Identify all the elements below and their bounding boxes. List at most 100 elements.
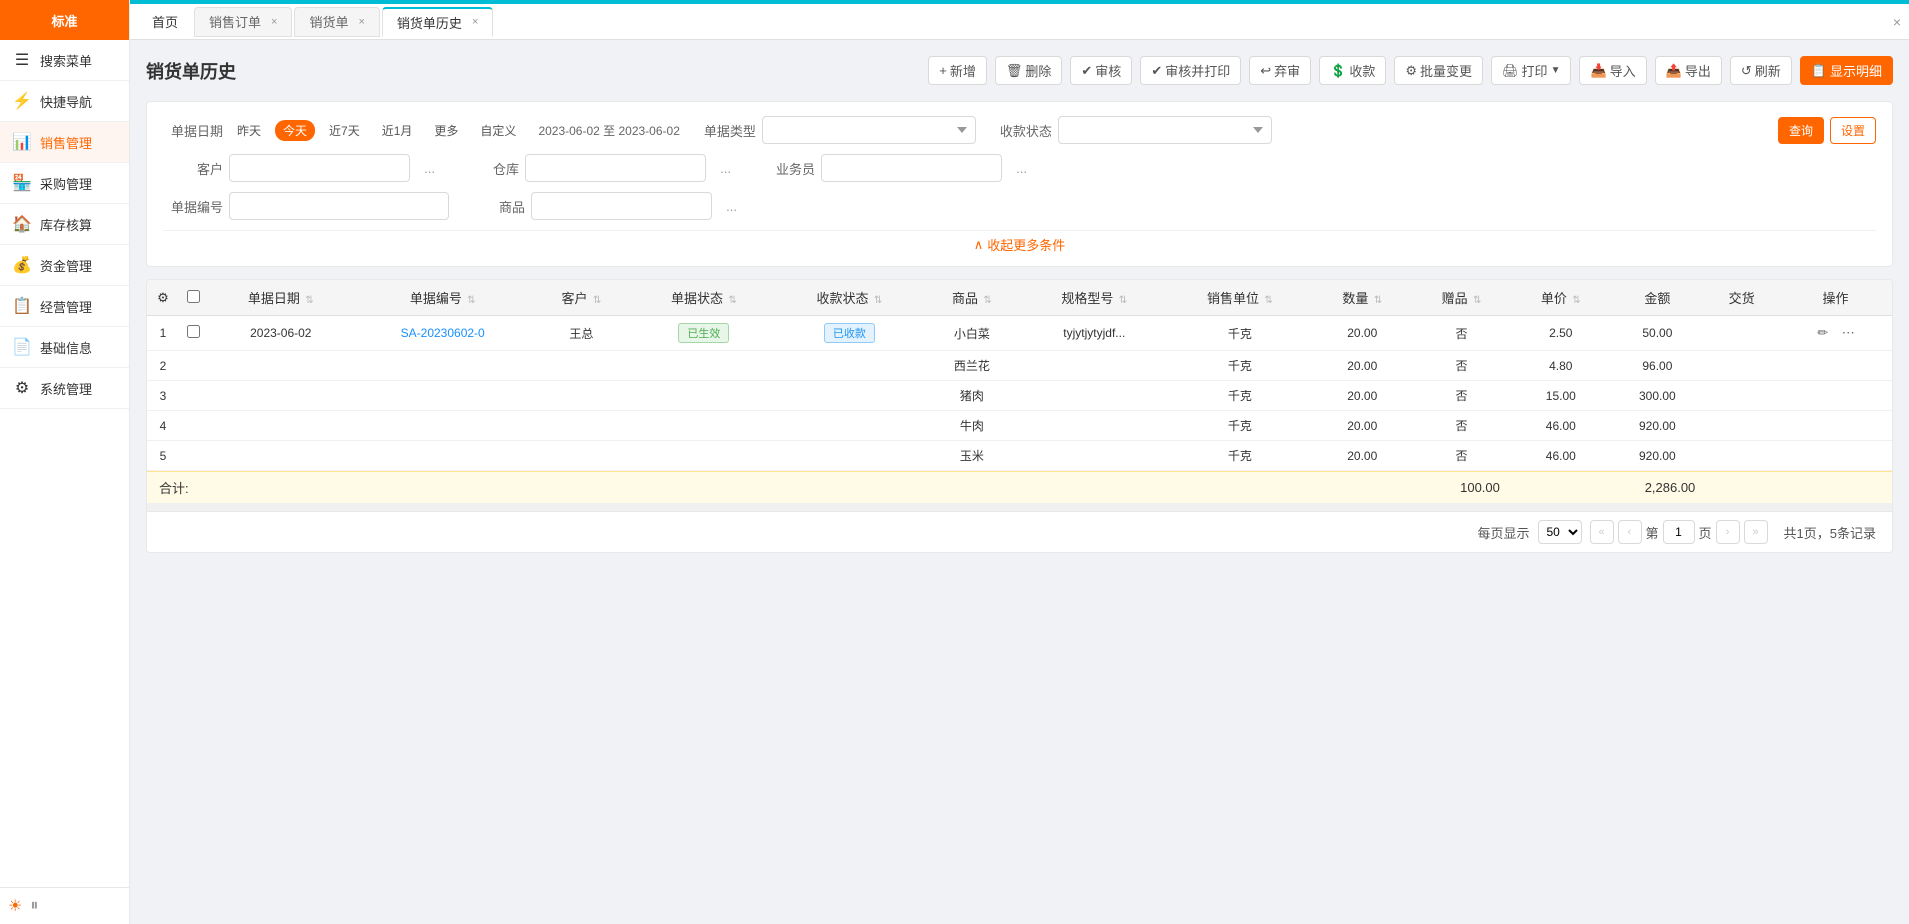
warehouse-ellipsis-btn[interactable]: ...: [712, 159, 739, 178]
delete-icon: 🗑: [1006, 63, 1023, 79]
abandon-button[interactable]: ↩ 弃审: [1249, 56, 1311, 85]
show-detail-button[interactable]: 📋 显示明细: [1800, 56, 1893, 85]
goods-filter-input[interactable]: [531, 192, 712, 220]
tab-sales-history[interactable]: 销货单历史 ×: [382, 7, 493, 37]
print-button[interactable]: 🖨 打印 ▼: [1491, 56, 1571, 85]
cell-unit: 千克: [1167, 411, 1313, 441]
print-icon: 🖨: [1502, 63, 1519, 79]
customer-ellipsis-btn[interactable]: ...: [416, 159, 443, 178]
col-goods[interactable]: 商品 ⇅: [922, 280, 1021, 316]
tab-sales-history-close[interactable]: ×: [472, 16, 478, 28]
import-button[interactable]: 📥 导入: [1579, 56, 1646, 85]
cell-checkbox[interactable]: [179, 316, 208, 351]
warehouse-filter-input[interactable]: [525, 154, 706, 182]
cell-pay-status: 已收款: [777, 316, 923, 351]
cell-row-no: 1: [147, 316, 179, 351]
date-chip-custom[interactable]: 自定义: [472, 120, 524, 141]
cell-price: 2.50: [1511, 316, 1610, 351]
next-page-button[interactable]: ›: [1716, 520, 1740, 544]
customer-filter-input[interactable]: [229, 154, 410, 182]
audit-button[interactable]: ✔ 审核: [1070, 56, 1132, 85]
sidebar-item-inventory[interactable]: 🏠 库存核算: [0, 204, 129, 245]
collect-button[interactable]: 💲 收款: [1319, 56, 1386, 85]
batch-change-button[interactable]: ⚙ 批量变更: [1394, 56, 1483, 85]
cell-price: 46.00: [1511, 441, 1610, 471]
payment-filter-select[interactable]: [1058, 116, 1272, 144]
sidebar-bottom-icon2[interactable]: ⏸: [30, 897, 38, 915]
cell-transaction: [1704, 381, 1779, 411]
col-pay-status[interactable]: 收款状态 ⇅: [777, 280, 923, 316]
cell-price: 4.80: [1511, 351, 1610, 381]
cell-checkbox[interactable]: [179, 441, 208, 471]
cell-row-no: 3: [147, 381, 179, 411]
col-amount-label: 金额: [1644, 291, 1670, 306]
col-spec[interactable]: 规格型号 ⇅: [1021, 280, 1167, 316]
sidebar-item-system[interactable]: ⚙ 系统管理: [0, 368, 129, 409]
col-date[interactable]: 单据日期 ⇅: [208, 280, 354, 316]
type-filter-select[interactable]: [762, 116, 976, 144]
col-gift[interactable]: 赠品 ⇅: [1412, 280, 1511, 316]
table-config-icon[interactable]: ⚙: [157, 290, 169, 305]
cell-gift: 否: [1412, 351, 1511, 381]
export-button[interactable]: 📤 导出: [1655, 56, 1722, 85]
sidebar-bottom-icon1[interactable]: ☀: [8, 896, 22, 916]
query-button[interactable]: 查询: [1778, 117, 1824, 144]
col-qty[interactable]: 数量 ⇅: [1313, 280, 1412, 316]
staff-ellipsis-btn[interactable]: ...: [1008, 159, 1035, 178]
sidebar-item-operation[interactable]: 📋 经营管理: [0, 286, 129, 327]
tab-sales-goods[interactable]: 销货单 ×: [294, 7, 379, 37]
tab-sales-goods-close[interactable]: ×: [358, 16, 364, 28]
docno-filter-input[interactable]: [229, 192, 449, 220]
date-chip-yesterday[interactable]: 昨天: [229, 120, 269, 141]
row-checkbox[interactable]: [187, 325, 200, 338]
col-price[interactable]: 单价 ⇅: [1511, 280, 1610, 316]
date-chip-1month[interactable]: 近1月: [374, 120, 421, 141]
audit-print-button[interactable]: ✔ 审核并打印: [1140, 56, 1241, 85]
col-docno[interactable]: 单据编号 ⇅: [354, 280, 532, 316]
tab-sales-order-close[interactable]: ×: [271, 16, 277, 28]
col-config[interactable]: ⚙: [147, 280, 179, 316]
collapse-button[interactable]: ∧ 收起更多条件: [163, 230, 1876, 258]
cell-checkbox[interactable]: [179, 351, 208, 381]
cell-transaction: [1704, 411, 1779, 441]
sidebar-item-search-menu[interactable]: ☰ 搜索菜单: [0, 40, 129, 81]
page-suffix: 页: [1699, 523, 1712, 542]
date-chip-more[interactable]: 更多: [426, 120, 466, 141]
select-all-checkbox[interactable]: [187, 290, 200, 303]
sidebar-item-basic-info[interactable]: 📄 基础信息: [0, 327, 129, 368]
sidebar-item-purchase[interactable]: 🏪 采购管理: [0, 163, 129, 204]
per-page-select[interactable]: 50: [1538, 520, 1582, 544]
sidebar-item-sales[interactable]: 📊 销售管理: [0, 122, 129, 163]
staff-filter-input[interactable]: [821, 154, 1002, 182]
window-close-button[interactable]: ×: [1893, 14, 1901, 30]
cell-checkbox[interactable]: [179, 381, 208, 411]
col-customer[interactable]: 客户 ⇅: [532, 280, 631, 316]
edit-action-btn[interactable]: ✏: [1812, 322, 1834, 344]
tab-bar: 首页 销售订单 × 销货单 × 销货单历史 × ×: [130, 4, 1909, 40]
sidebar-item-finance[interactable]: 💰 资金管理: [0, 245, 129, 286]
tab-home[interactable]: 首页: [138, 7, 192, 37]
tab-sales-order[interactable]: 销售订单 ×: [194, 7, 292, 37]
date-chip-today[interactable]: 今天: [275, 120, 315, 141]
col-unit[interactable]: 销售单位 ⇅: [1167, 280, 1313, 316]
cell-checkbox[interactable]: [179, 411, 208, 441]
cell-customer: [532, 441, 631, 471]
page-number-input[interactable]: [1663, 520, 1695, 544]
cell-doc-status: [631, 351, 777, 381]
goods-ellipsis-btn[interactable]: ...: [718, 197, 745, 216]
collect-icon: 💲: [1330, 63, 1346, 79]
settings-button[interactable]: 设置: [1830, 117, 1876, 144]
sidebar-item-quick-nav[interactable]: ⚡ 快捷导航: [0, 81, 129, 122]
refresh-button[interactable]: ↺ 刷新: [1730, 56, 1792, 85]
date-chip-7days[interactable]: 近7天: [321, 120, 368, 141]
col-qty-label: 数量: [1342, 291, 1368, 306]
col-doc-status[interactable]: 单据状态 ⇅: [631, 280, 777, 316]
last-page-button[interactable]: »: [1744, 520, 1768, 544]
first-page-button[interactable]: «: [1590, 520, 1614, 544]
more-action-btn[interactable]: ⋯: [1837, 322, 1859, 344]
col-checkbox[interactable]: [179, 280, 208, 316]
horizontal-scrollbar[interactable]: [147, 503, 1892, 511]
prev-page-button[interactable]: ‹: [1618, 520, 1642, 544]
delete-button[interactable]: 🗑 删除: [995, 56, 1063, 85]
add-button[interactable]: + 新增: [928, 56, 987, 85]
